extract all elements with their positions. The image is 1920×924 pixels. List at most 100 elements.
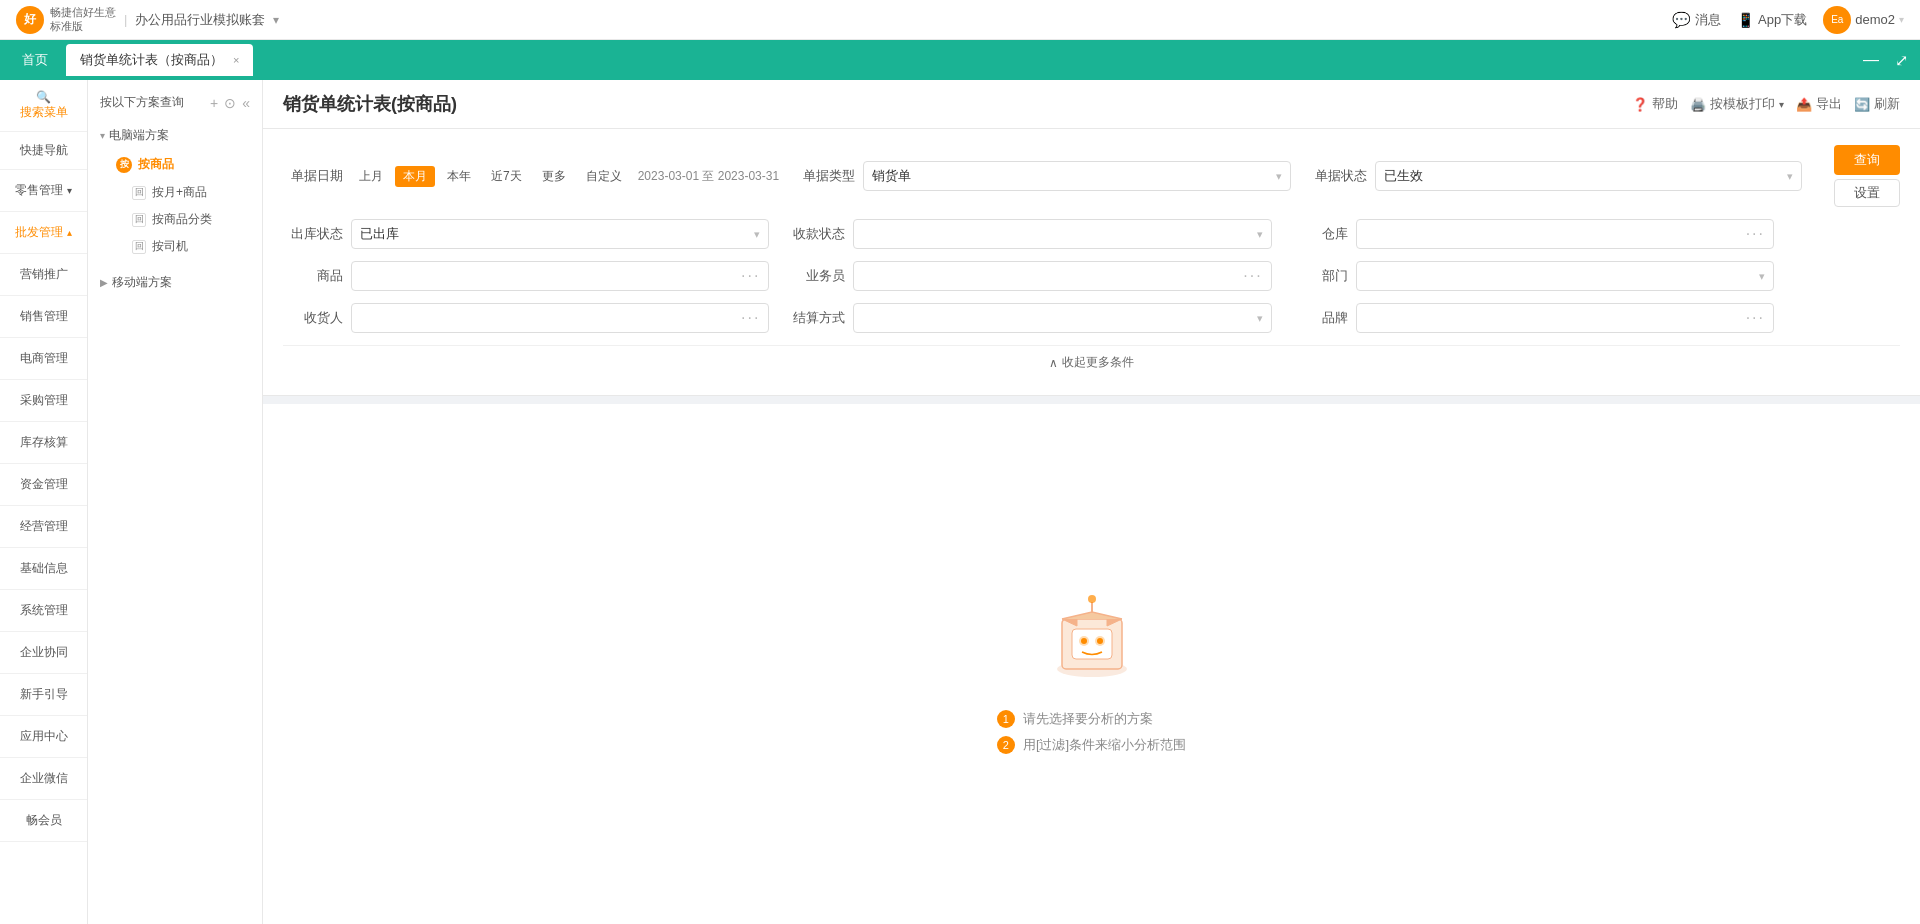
doc-status-value: 已生效 [1384,167,1423,185]
receiver-input[interactable]: ··· [351,303,769,333]
tab-close-icon[interactable]: × [233,54,239,66]
scheme-by-goods-label: 按商品 [138,156,174,173]
query-button[interactable]: 查询 [1834,145,1900,175]
minimize-tab-button[interactable]: — [1859,47,1883,74]
out-status-select[interactable]: 已出库 ▾ [351,219,769,249]
date-week-button[interactable]: 近7天 [483,166,530,187]
sidebar-item-wholesale[interactable]: 批发管理 ▴ [0,212,87,254]
sidebar-item-apps[interactable]: 应用中心 [0,716,87,758]
warehouse-input[interactable]: ··· [1356,219,1774,249]
goods-input[interactable]: ··· [351,261,769,291]
collapse-up-icon: ∧ [1049,356,1058,370]
app-icon: 📱 [1737,12,1754,28]
user-arrow-icon: ▾ [1899,14,1904,25]
filter-settings-button[interactable]: 设置 [1834,179,1900,207]
staff-input[interactable]: ··· [853,261,1271,291]
search-menu-label: 搜索菜单 [20,105,68,119]
scheme-group-desktop-header[interactable]: ▾ 电脑端方案 [88,121,262,150]
avatar: Ea [1823,6,1851,34]
content-area: 按以下方案查询 + ⊙ « ▾ 电脑端方案 按 按商品 回 按月 [88,80,1920,924]
svg-point-6 [1097,638,1103,644]
scheme-group-mobile: ▶ 移动端方案 [88,264,262,301]
date-custom-button[interactable]: 自定义 [578,166,630,187]
purchase-label: 采购管理 [20,393,68,407]
payment-label: 收款状态 [785,225,845,243]
filter-out-status-field: 出库状态 已出库 ▾ [283,219,769,249]
print-button[interactable]: 🖨️ 按模板打印 ▾ [1690,95,1784,113]
page-header: 销货单统计表(按商品) ❓ 帮助 🖨️ 按模板打印 ▾ 📤 导出 [263,80,1920,129]
brand-input[interactable]: ··· [1356,303,1774,333]
settings-scheme-button[interactable]: ⊙ [224,95,236,111]
breadcrumb-arrow[interactable]: ▾ [273,13,279,27]
doc-type-label: 单据类型 [795,167,855,185]
date-prev-button[interactable]: 上月 [351,166,391,187]
sidebar-item-system[interactable]: 系统管理 [0,590,87,632]
date-range-text: 2023-03-01 至 2023-03-31 [638,168,779,185]
staff-label: 业务员 [785,267,845,285]
filter-doc-type-field: 单据类型 销货单 ▾ [795,161,1290,191]
sidebar-item-wechat[interactable]: 企业微信 [0,758,87,800]
sidebar-item-sales[interactable]: 销售管理 [0,296,87,338]
user-menu[interactable]: Ea demo2 ▾ [1823,6,1904,34]
settlement-select[interactable]: ▾ [853,303,1271,333]
tab-home[interactable]: 首页 [8,44,62,76]
scheme-group-mobile-header[interactable]: ▶ 移动端方案 [88,268,262,297]
filter-warehouse-field: 仓库 ··· [1288,219,1774,249]
refresh-button[interactable]: 🔄 刷新 [1854,95,1900,113]
basic-label: 基础信息 [20,561,68,575]
add-scheme-button[interactable]: + [210,95,218,111]
collapse-panel-button[interactable]: « [242,95,250,111]
message-button[interactable]: 💬 消息 [1672,11,1721,29]
sidebar-item-member[interactable]: 畅会员 [0,800,87,842]
scheme-item-month-goods[interactable]: 回 按月+商品 [88,179,262,206]
breadcrumb-sep: | [124,12,127,27]
sidebar-item-retail[interactable]: 零售管理 ▾ [0,170,87,212]
tab-active[interactable]: 销货单统计表（按商品） × [66,44,253,76]
export-button[interactable]: 📤 导出 [1796,95,1842,113]
dept-label: 部门 [1288,267,1348,285]
scheme-goods-category-label: 按商品分类 [152,211,212,228]
empty-tip-2: 2 用[过滤]条件来缩小分析范围 [997,736,1186,754]
dept-arrow-icon: ▾ [1759,270,1765,283]
staff-dots-icon: ··· [1243,267,1262,285]
sidebar-item-finance[interactable]: 资金管理 [0,464,87,506]
sidebar-item-newuser[interactable]: 新手引导 [0,674,87,716]
help-button[interactable]: ❓ 帮助 [1632,95,1678,113]
doc-status-select[interactable]: 已生效 ▾ [1375,161,1802,191]
maximize-tab-button[interactable]: ⤢ [1891,47,1912,74]
sidebar-item-ecommerce[interactable]: 电商管理 [0,338,87,380]
scheme-driver-label: 按司机 [152,238,188,255]
sidebar-item-inventory[interactable]: 库存核算 [0,422,87,464]
date-current-button[interactable]: 本月 [395,166,435,187]
sidebar-item-enterprise[interactable]: 企业协同 [0,632,87,674]
tip-1-num: 1 [997,710,1015,728]
date-year-button[interactable]: 本年 [439,166,479,187]
collapse-more-button[interactable]: ∧ 收起更多条件 [1049,354,1134,371]
sidebar-search[interactable]: 🔍 搜索菜单 [0,80,87,132]
desktop-group-arrow-icon: ▾ [100,130,105,141]
date-group: 上月 本月 本年 近7天 更多 自定义 [351,166,630,187]
goods-label: 商品 [283,267,343,285]
sidebar-item-operations[interactable]: 经营管理 [0,506,87,548]
sidebar-item-basic[interactable]: 基础信息 [0,548,87,590]
app-download-button[interactable]: 📱 App下载 [1737,11,1807,29]
tip-2-text: 用[过滤]条件来缩小分析范围 [1023,736,1186,754]
sidebar-quick-nav[interactable]: 快捷导航 [0,132,87,170]
scheme-item-driver[interactable]: 回 按司机 [88,233,262,260]
system-label: 系统管理 [20,603,68,617]
doc-type-select[interactable]: 销货单 ▾ [863,161,1290,191]
scheme-item-goods-category[interactable]: 回 按商品分类 [88,206,262,233]
payment-select[interactable]: ▾ [853,219,1271,249]
scheme-item-by-goods[interactable]: 按 按商品 [88,150,262,179]
dept-select[interactable]: ▾ [1356,261,1774,291]
sidebar-item-purchase[interactable]: 采购管理 [0,380,87,422]
out-status-value: 已出库 [360,225,399,243]
breadcrumb[interactable]: 办公用品行业模拟账套 [135,11,265,29]
sales-label: 销售管理 [20,309,68,323]
logo-icon: 好 [16,6,44,34]
date-more-button[interactable]: 更多 [534,166,574,187]
action-buttons: 查询 设置 [1834,145,1900,207]
member-label: 畅会员 [26,813,62,827]
sidebar-item-marketing[interactable]: 营销推广 [0,254,87,296]
search-icon: 🔍 [36,90,51,104]
